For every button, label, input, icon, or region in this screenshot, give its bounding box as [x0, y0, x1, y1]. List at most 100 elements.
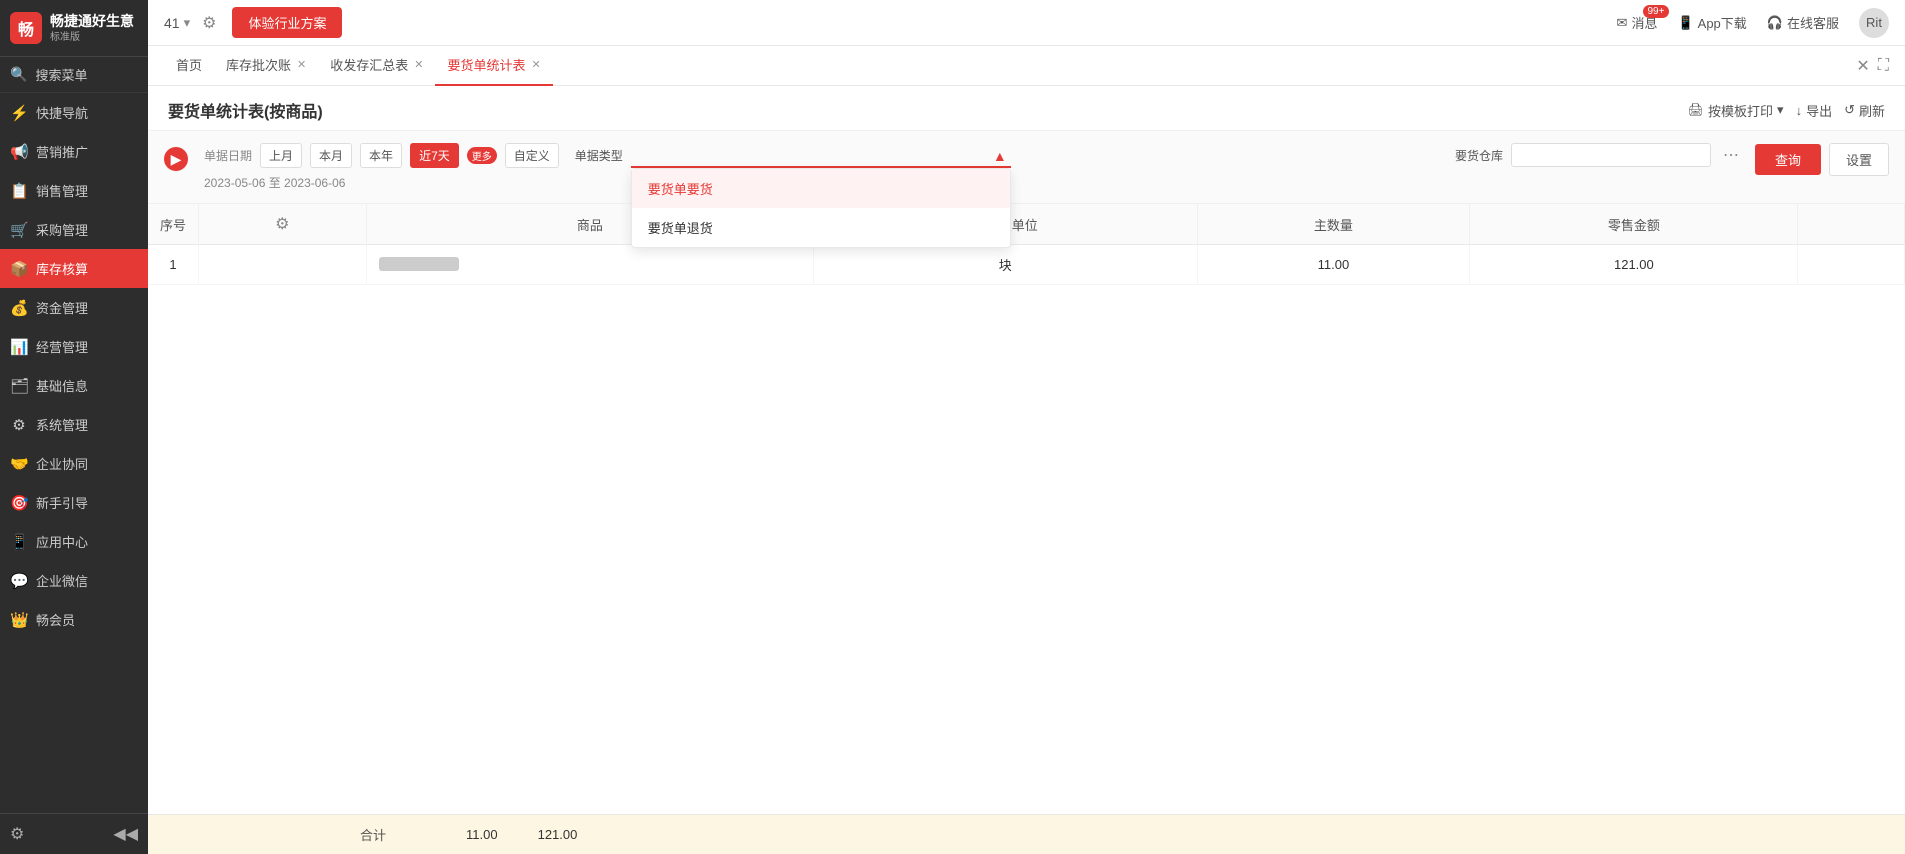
sidebar-item-label: 畅会员: [36, 610, 75, 629]
download-icon: 📱: [1677, 15, 1693, 31]
sidebar-item-system[interactable]: ⚙ 系统管理: [0, 405, 148, 444]
query-button[interactable]: 查询: [1755, 144, 1821, 175]
app-download-label: App下载: [1698, 13, 1747, 32]
sidebar-item-quick-nav[interactable]: ⚡ 快捷导航: [0, 93, 148, 132]
sidebar-item-basic[interactable]: 🗂 基础信息: [0, 366, 148, 405]
messages-badge: 99+: [1643, 5, 1670, 18]
quick-nav-icon: ⚡: [10, 104, 28, 122]
table-header-row: 序号 ⚙ 商品 主计量单位 主数量 零售金额: [148, 204, 1905, 245]
date-btn-custom[interactable]: 自定义: [505, 143, 559, 168]
type-input[interactable]: [631, 143, 1011, 168]
type-arrow-icon[interactable]: ▲: [993, 148, 1007, 164]
top-header: 41 ▾ ⚙ 体验行业方案 ✉ 消息 99+ 📱 App下载 🎧 在线客服 Ri…: [148, 0, 1905, 46]
date-btn-last-month[interactable]: 上月: [260, 143, 302, 168]
tab-receive-summary[interactable]: 收发存汇总表 ✕: [318, 46, 435, 86]
sidebar-item-label: 资金管理: [36, 298, 88, 317]
breadcrumb-arrow-icon: ▾: [184, 15, 191, 31]
messages-action[interactable]: ✉ 消息 99+: [1617, 13, 1658, 32]
table-footer: 合计 11.00 121.00: [148, 814, 1905, 854]
tab-order-summary-close-icon[interactable]: ✕: [532, 58, 541, 71]
dropdown-item-return[interactable]: 要货单退货: [632, 208, 1010, 247]
collapse-sidebar-button[interactable]: ◀◀: [113, 824, 138, 844]
logo-text: 畅捷通好生意 标准版: [50, 12, 134, 43]
print-icon: 🖨: [1688, 102, 1705, 118]
warehouse-input[interactable]: [1511, 143, 1711, 167]
sidebar-logo: 畅 畅捷通好生意 标准版: [0, 0, 148, 57]
inventory-icon: 📦: [10, 260, 28, 278]
date-more-badge[interactable]: 更多: [467, 147, 497, 164]
tab-close-all: ✕ ⛶: [1856, 56, 1889, 76]
user-avatar[interactable]: Rit: [1859, 8, 1889, 38]
sidebar-item-enterprise[interactable]: 🤝 企业协同: [0, 444, 148, 483]
dropdown-item-yaohuo[interactable]: 要货单要货: [632, 169, 1010, 208]
logo-main: 畅捷通好生意: [50, 12, 134, 30]
date-btn-this-year[interactable]: 本年: [360, 143, 402, 168]
filter-bar: ▶ 单据日期 上月 本月 本年 近7天 更多 自定义 2023-05-06 至 …: [148, 131, 1905, 204]
tab-inventory-batch-close-icon[interactable]: ✕: [297, 58, 306, 71]
refresh-action[interactable]: ↺ 刷新: [1844, 101, 1885, 120]
enterprise-icon: 🤝: [10, 455, 28, 473]
sidebar-item-marketing[interactable]: 📢 营销推广: [0, 132, 148, 171]
footer-values: 11.00 121.00: [466, 827, 577, 842]
tab-order-summary-label: 要货单统计表: [447, 55, 525, 74]
footer-quantity: 11.00: [466, 827, 498, 842]
sales-icon: 📋: [10, 182, 28, 200]
operation-icon: 📊: [10, 338, 28, 356]
online-service-action[interactable]: 🎧 在线客服: [1767, 13, 1839, 32]
filter-actions: 查询 设置: [1755, 143, 1889, 176]
guide-icon: 🎯: [10, 494, 28, 512]
sidebar-item-guide[interactable]: 🎯 新手引导: [0, 483, 148, 522]
sidebar-item-app-center[interactable]: 📱 应用中心: [0, 522, 148, 561]
tab-inventory-batch[interactable]: 库存批次账 ✕: [214, 46, 318, 86]
purchase-icon: 🛒: [10, 221, 28, 239]
header-settings-icon[interactable]: ⚙: [202, 13, 216, 33]
message-icon: ✉: [1617, 15, 1628, 31]
tab-order-summary[interactable]: 要货单统计表 ✕: [435, 46, 552, 86]
data-table: 序号 ⚙ 商品 主计量单位 主数量 零售金额 1: [148, 204, 1905, 285]
app-download-action[interactable]: 📱 App下载: [1677, 13, 1746, 32]
refresh-icon: ↺: [1844, 102, 1855, 118]
col-amount-header: 零售金额: [1470, 204, 1798, 245]
refresh-label: 刷新: [1859, 101, 1885, 120]
sidebar-item-operation[interactable]: 📊 经营管理: [0, 327, 148, 366]
tab-receive-summary-close-icon[interactable]: ✕: [414, 58, 423, 71]
sidebar-item-label: 系统管理: [36, 415, 88, 434]
header-right: ✉ 消息 99+ 📱 App下载 🎧 在线客服 Rit: [1617, 8, 1889, 38]
settings-footer-icon[interactable]: ⚙: [10, 824, 24, 844]
table-row: 1 块 11.00 121.00: [148, 245, 1905, 285]
export-label: 导出: [1806, 101, 1832, 120]
sidebar-item-label: 经营管理: [36, 337, 88, 356]
print-action[interactable]: 🖨 按模板打印 ▾: [1688, 101, 1784, 120]
tab-home[interactable]: 首页: [164, 46, 214, 86]
trial-button[interactable]: 体验行业方案: [232, 7, 342, 38]
filter-expand-button[interactable]: ▶: [164, 147, 188, 171]
finance-icon: 💰: [10, 299, 28, 317]
sidebar-item-wechat[interactable]: 💬 企业微信: [0, 561, 148, 600]
sidebar-item-finance[interactable]: 💰 资金管理: [0, 288, 148, 327]
cell-product: [366, 245, 813, 285]
filter-settings-button[interactable]: 设置: [1829, 143, 1889, 176]
export-action[interactable]: ↓ 导出: [1796, 101, 1833, 120]
page-content: 要货单统计表(按商品) 🖨 按模板打印 ▾ ↓ 导出 ↺ 刷新 ▶: [148, 86, 1905, 854]
table-column-settings-icon[interactable]: ⚙: [275, 216, 289, 233]
date-label: 单据日期: [204, 147, 252, 164]
breadcrumb-select[interactable]: 41 ▾: [164, 15, 190, 31]
sidebar-item-label: 采购管理: [36, 220, 88, 239]
page-actions: 🖨 按模板打印 ▾ ↓ 导出 ↺ 刷新: [1688, 101, 1886, 120]
sidebar-item-label: 营销推广: [36, 142, 88, 161]
sidebar-item-purchase[interactable]: 🛒 采购管理: [0, 210, 148, 249]
close-all-icon[interactable]: ✕: [1856, 56, 1869, 76]
sidebar-search[interactable]: 🔍 搜索菜单: [0, 57, 148, 93]
date-btn-last-7days[interactable]: 近7天: [410, 143, 459, 168]
sidebar-item-label: 企业协同: [36, 454, 88, 473]
sidebar-item-label: 应用中心: [36, 532, 88, 551]
sidebar-item-vip[interactable]: 👑 畅会员: [0, 600, 148, 639]
sidebar-item-sales[interactable]: 📋 销售管理: [0, 171, 148, 210]
warehouse-more-icon[interactable]: ⋯: [1723, 145, 1739, 165]
cell-index: 1: [148, 245, 199, 285]
maximize-icon[interactable]: ⛶: [1878, 57, 1889, 75]
col-settings-header: ⚙: [199, 204, 367, 245]
date-btn-this-month[interactable]: 本月: [310, 143, 352, 168]
tab-home-label: 首页: [176, 55, 202, 74]
sidebar-item-inventory[interactable]: 📦 库存核算: [0, 249, 148, 288]
